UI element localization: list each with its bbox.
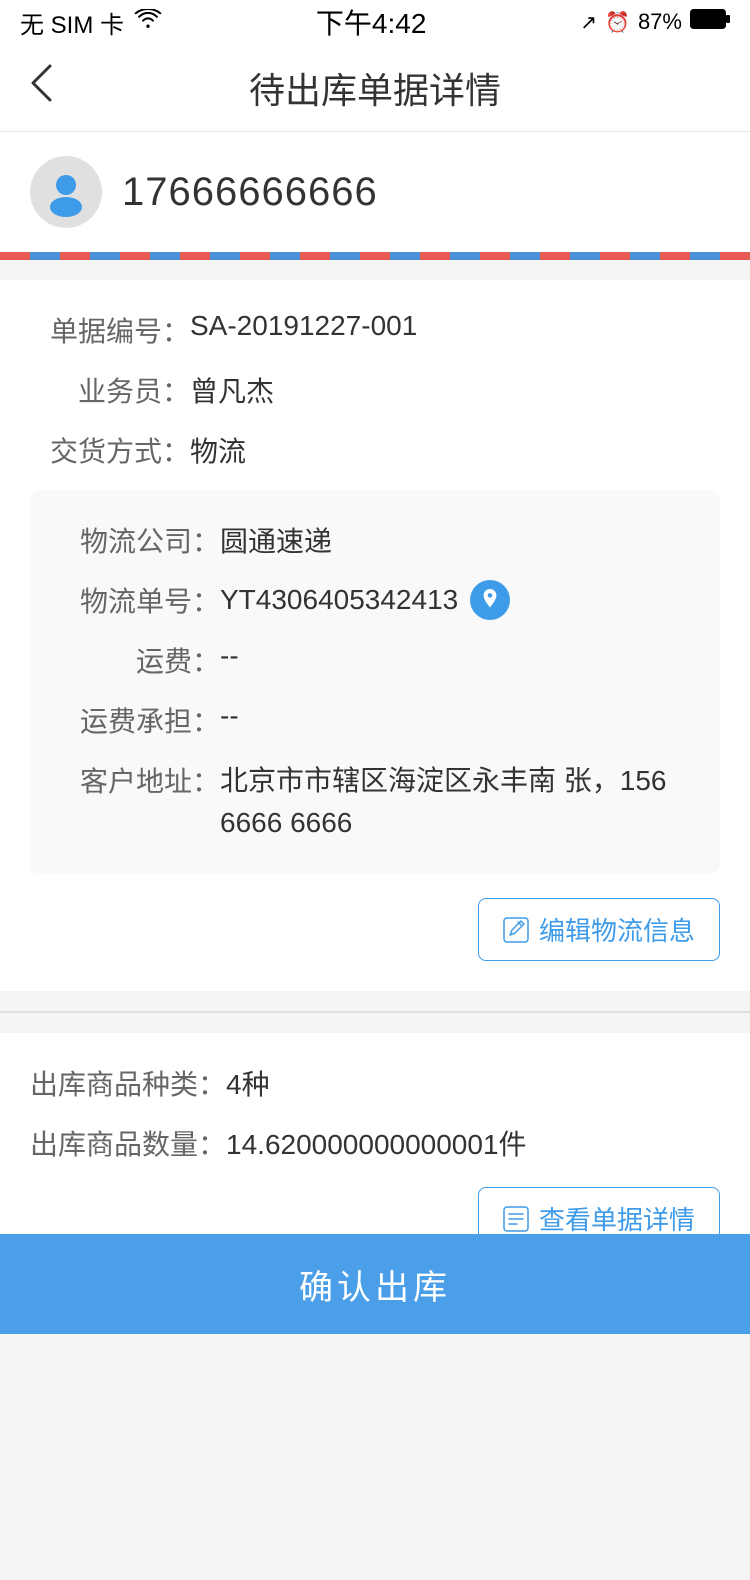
freight-row: 运费： --	[60, 640, 690, 680]
product-quantity-label: 出库商品数量：	[30, 1123, 226, 1163]
sales-person-value: 曾凡杰	[190, 370, 720, 410]
list-icon	[503, 1206, 529, 1232]
sales-person-row: 业务员： 曾凡杰	[30, 370, 720, 410]
logistics-company-row: 物流公司： 圆通速递	[60, 520, 690, 560]
view-detail-label: 查看单据详情	[539, 1200, 695, 1237]
product-types-row: 出库商品种类： 4种	[30, 1063, 720, 1103]
edit-logistics-label: 编辑物流信息	[539, 911, 695, 948]
freight-bearer-label: 运费承担：	[60, 700, 220, 740]
product-quantity-row: 出库商品数量： 14.620000000000001件	[30, 1123, 720, 1163]
sales-person-label: 业务员：	[30, 370, 190, 410]
address-label: 客户地址：	[60, 760, 220, 800]
divider-line	[0, 1011, 750, 1013]
status-right: ↗ ⏰ 87%	[580, 9, 730, 35]
battery-text: 87%	[638, 9, 682, 35]
tracking-no-value: YT43064053424​13	[220, 580, 690, 620]
edit-icon	[503, 917, 529, 943]
delivery-method-value: 物流	[190, 430, 720, 470]
product-types-value: 4种	[226, 1063, 720, 1103]
battery-icon	[690, 9, 730, 35]
freight-bearer-value: --	[220, 700, 690, 732]
logistics-card: 物流公司： 圆通速递 物流单号： YT43064053424​13 运费： --…	[30, 490, 720, 874]
tracking-no-row: 物流单号： YT43064053424​13	[60, 580, 690, 620]
order-no-row: 单据编号： SA-20191227-001	[30, 310, 720, 350]
user-phone: 17666666666	[122, 170, 378, 215]
logistics-company-value: 圆通速递	[220, 520, 690, 560]
wifi-icon	[134, 8, 162, 36]
dashed-divider	[0, 252, 750, 260]
order-no-value: SA-20191227-001	[190, 310, 720, 342]
delivery-method-label: 交货方式：	[30, 430, 190, 470]
tracking-no-label: 物流单号：	[60, 580, 220, 620]
alarm-icon: ⏰	[605, 10, 630, 35]
order-no-label: 单据编号：	[30, 310, 190, 350]
status-left: 无 SIM 卡	[20, 5, 162, 40]
freight-bearer-row: 运费承担： --	[60, 700, 690, 740]
product-types-label: 出库商品种类：	[30, 1063, 226, 1103]
address-value: 北京市市辖区海淀区永丰南 张，156 6666 6666	[220, 760, 690, 844]
edit-logistics-button-container: 编辑物流信息	[30, 898, 720, 961]
freight-label: 运费：	[60, 640, 220, 680]
freight-value: --	[220, 640, 690, 672]
confirm-label: 确认出库	[299, 1260, 451, 1309]
section-gap-1	[0, 991, 750, 1011]
user-header: 17666666666	[0, 132, 750, 252]
address-row: 客户地址： 北京市市辖区海淀区永丰南 张，156 6666 6666	[60, 760, 690, 844]
location-icon[interactable]	[470, 580, 510, 620]
page-title: 待出库单据详情	[249, 62, 501, 114]
avatar	[30, 156, 102, 228]
edit-logistics-button[interactable]: 编辑物流信息	[478, 898, 720, 961]
logistics-company-label: 物流公司：	[60, 520, 220, 560]
location-arrow-icon: ↗	[580, 10, 597, 35]
back-button[interactable]	[30, 54, 62, 121]
confirm-button[interactable]: 确认出库	[0, 1234, 750, 1334]
status-time: 下午4:42	[316, 2, 427, 42]
delivery-method-row: 交货方式： 物流	[30, 430, 720, 470]
nav-bar: 待出库单据详情	[0, 44, 750, 132]
carrier-text: 无 SIM 卡	[20, 5, 124, 40]
product-quantity-value: 14.620000000000001件	[226, 1123, 720, 1163]
order-info-section: 单据编号： SA-20191227-001 业务员： 曾凡杰 交货方式： 物流 …	[0, 280, 750, 991]
status-bar: 无 SIM 卡 下午4:42 ↗ ⏰ 87%	[0, 0, 750, 44]
